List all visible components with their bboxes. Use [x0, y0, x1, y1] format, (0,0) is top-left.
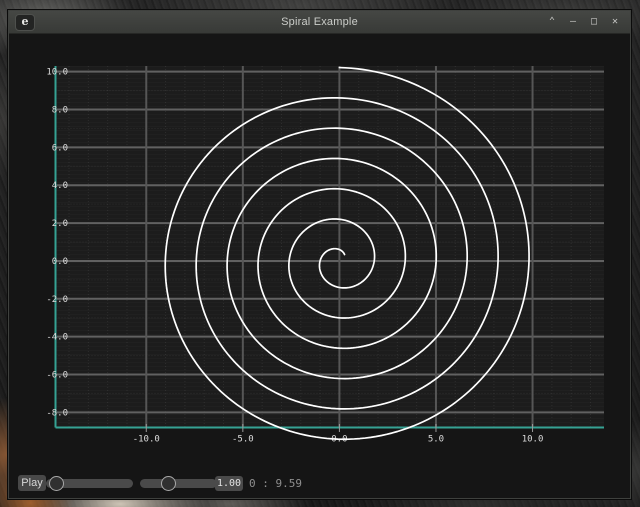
spiral-plot[interactable]: -10.0 -5.0 0.0 5.0 10.010.08.06.04.02.00.0-2…	[38, 58, 616, 450]
window-titlebar[interactable]: e Spiral Example ⌃ — □ ✕	[9, 11, 630, 34]
y-tick-label: 10.0	[46, 68, 68, 78]
play-button[interactable]: Play	[18, 475, 46, 491]
window-title: Spiral Example	[281, 16, 358, 28]
y-tick-label: 0.0	[52, 257, 68, 267]
time-slider-handle[interactable]	[161, 475, 176, 491]
y-tick-label: -6.0	[46, 371, 68, 381]
time-slider-track[interactable]	[140, 479, 217, 488]
speed-value[interactable]: 1.00	[215, 476, 243, 491]
y-tick-label: 2.0	[52, 219, 68, 229]
y-tick-label: 6.0	[52, 143, 68, 153]
x-tick-label: -10.0	[133, 435, 160, 445]
x-tick-label: -5.0	[232, 435, 254, 445]
minimize-icon[interactable]: —	[566, 15, 580, 29]
app-window: e Spiral Example ⌃ — □ ✕ -10.0 -5.0 0.0 5.0…	[8, 10, 631, 499]
close-icon[interactable]: ✕	[608, 15, 622, 29]
window-controls: ⌃ — □ ✕	[545, 11, 622, 33]
y-tick-label: -8.0	[46, 408, 68, 418]
y-tick-label: -2.0	[46, 295, 68, 305]
y-tick-label: 4.0	[52, 181, 68, 191]
speed-slider-handle[interactable]	[49, 475, 64, 491]
shade-icon[interactable]: ⌃	[545, 15, 559, 29]
desktop-background: e Spiral Example ⌃ — □ ✕ -10.0 -5.0 0.0 5.0…	[0, 0, 640, 507]
x-tick-label: 5.0	[428, 435, 444, 445]
y-tick-label: -4.0	[46, 333, 68, 343]
maximize-icon[interactable]: □	[587, 15, 601, 29]
plot-texture	[55, 66, 604, 428]
x-tick-label: 10.0	[522, 435, 544, 445]
time-range-label: 0 : 9.59	[249, 477, 302, 490]
y-tick-label: 8.0	[52, 106, 68, 116]
